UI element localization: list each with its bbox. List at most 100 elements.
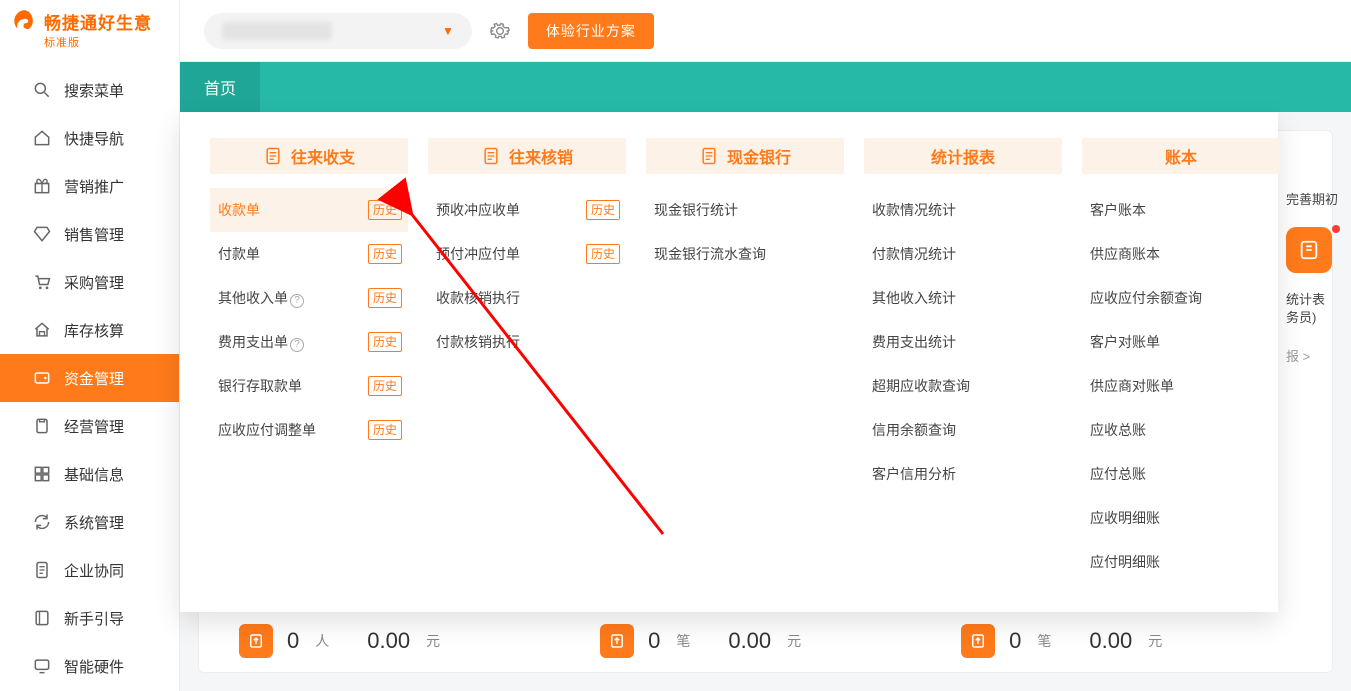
mega-menu-item[interactable]: 预收冲应收单历史 — [428, 188, 626, 232]
mega-menu-item[interactable]: 预付冲应付单历史 — [428, 232, 626, 276]
mega-col-title: 统计报表 — [931, 144, 995, 168]
brand-edition: 标准版 — [44, 34, 167, 50]
stat-block: 0笔 0.00元 — [600, 624, 801, 658]
sidebar-item-book[interactable]: 新手引导 — [0, 594, 179, 642]
mega-item-label: 付款单 — [218, 244, 260, 264]
mega-col-title: 现金银行 — [727, 144, 791, 168]
stat-amount: 0.00 — [728, 628, 771, 654]
history-tag[interactable]: 历史 — [368, 376, 402, 396]
mega-menu-item[interactable]: 信用余额查询 — [864, 408, 1062, 452]
mega-item-label: 供应商账本 — [1090, 244, 1160, 264]
stat-count-unit: 笔 — [1037, 631, 1051, 651]
house-icon — [32, 320, 52, 340]
history-tag[interactable]: 历史 — [368, 244, 402, 264]
mega-item-label: 客户对账单 — [1090, 332, 1160, 352]
sidebar-item-label: 营销推广 — [64, 176, 124, 197]
sidebar-item-wallet[interactable]: 资金管理 — [0, 354, 179, 402]
sidebar-item-doc[interactable]: 企业协同 — [0, 546, 179, 594]
mega-col: 现金银行现金银行统计现金银行流水查询 — [646, 138, 844, 592]
industry-plan-button[interactable]: 体验行业方案 — [528, 13, 654, 49]
home-icon — [32, 128, 52, 148]
sidebar-item-search[interactable]: 搜索菜单 — [0, 66, 179, 114]
diamond-icon — [32, 224, 52, 244]
loop-icon — [32, 512, 52, 532]
mega-item-label: 收款情况统计 — [872, 200, 956, 220]
sidebar-item-diamond[interactable]: 销售管理 — [0, 210, 179, 258]
tab-home[interactable]: 首页 — [180, 62, 260, 112]
sidebar-item-label: 销售管理 — [64, 224, 124, 245]
mega-menu-item[interactable]: 应付总账 — [1082, 452, 1280, 496]
stat-block: 0笔 0.00元 — [961, 624, 1162, 658]
mega-menu-item[interactable]: 费用支出统计 — [864, 320, 1062, 364]
mega-item-label: 应收应付调整单 — [218, 420, 316, 440]
history-tag[interactable]: 历史 — [368, 332, 402, 352]
mega-menu-item[interactable]: 客户账本 — [1082, 188, 1280, 232]
sidebar-item-house[interactable]: 库存核算 — [0, 306, 179, 354]
mega-menu-item[interactable]: 银行存取款单历史 — [210, 364, 408, 408]
mega-menu-item[interactable]: 供应商对账单 — [1082, 364, 1280, 408]
mega-col-head: 账本 — [1082, 138, 1280, 174]
page-tab-strip: 首页 — [180, 62, 1351, 112]
stat-block: 0人 0.00元 — [239, 624, 440, 658]
sidebar-item-loop[interactable]: 系统管理 — [0, 498, 179, 546]
mega-col-head: 现金银行 — [646, 138, 844, 174]
rail-more[interactable]: 报 > — [1286, 346, 1338, 365]
mega-item-label: 费用支出统计 — [872, 332, 956, 352]
mega-item-label: 付款情况统计 — [872, 244, 956, 264]
mega-menu-item[interactable]: 客户对账单 — [1082, 320, 1280, 364]
mega-menu-item[interactable]: 其他收入单? 历史 — [210, 276, 408, 320]
mega-menu-item[interactable]: 客户信用分析 — [864, 452, 1062, 496]
mega-menu-item[interactable]: 应收总账 — [1082, 408, 1280, 452]
history-tag[interactable]: 历史 — [368, 288, 402, 308]
document-icon — [699, 146, 719, 166]
mega-item-label: 收款核销执行 — [436, 288, 520, 308]
rail-chip[interactable] — [1286, 227, 1332, 273]
sidebar-item-tv[interactable]: 智能硬件 — [0, 642, 179, 690]
history-tag[interactable]: 历史 — [368, 200, 402, 220]
mega-item-label: 客户账本 — [1090, 200, 1146, 220]
mega-menu-item[interactable]: 付款单 历史 — [210, 232, 408, 276]
help-icon: ? — [290, 294, 304, 308]
mega-menu-item[interactable]: 应收应付调整单 历史 — [210, 408, 408, 452]
history-tag[interactable]: 历史 — [586, 200, 620, 220]
mega-item-label: 其他收入单? — [218, 288, 304, 308]
mega-menu-item[interactable]: 费用支出单?历史 — [210, 320, 408, 364]
sidebar-item-label: 系统管理 — [64, 512, 124, 533]
stat-count: 0 — [1009, 628, 1021, 654]
mega-item-label: 客户信用分析 — [872, 464, 956, 484]
mega-menu-item[interactable]: 现金银行流水查询 — [646, 232, 844, 276]
sidebar-item-gift[interactable]: 营销推广 — [0, 162, 179, 210]
mega-menu-item[interactable]: 付款情况统计 — [864, 232, 1062, 276]
history-tag[interactable]: 历史 — [586, 244, 620, 264]
mega-item-label: 超期应收款查询 — [872, 376, 970, 396]
notification-dot — [1332, 225, 1340, 233]
mega-menu-item[interactable]: 其他收入统计 — [864, 276, 1062, 320]
sidebar-item-clip[interactable]: 经营管理 — [0, 402, 179, 450]
mega-menu-item[interactable]: 现金银行统计 — [646, 188, 844, 232]
company-selector[interactable]: ▼ — [204, 13, 472, 49]
mega-col-title: 往来收支 — [291, 144, 355, 168]
document-icon — [263, 146, 283, 166]
mega-menu-item[interactable]: 供应商账本 — [1082, 232, 1280, 276]
mega-menu-item[interactable]: 收款情况统计 — [864, 188, 1062, 232]
mega-menu-item[interactable]: 应收应付余额查询 — [1082, 276, 1280, 320]
mega-item-label: 供应商对账单 — [1090, 376, 1174, 396]
help-icon: ? — [290, 338, 304, 352]
tv-icon — [32, 656, 52, 676]
sidebar-item-home[interactable]: 快捷导航 — [0, 114, 179, 162]
stat-amount: 0.00 — [1089, 628, 1132, 654]
history-tag[interactable]: 历史 — [368, 420, 402, 440]
stat-icon — [239, 624, 273, 658]
sidebar-item-grid[interactable]: 基础信息 — [0, 450, 179, 498]
sidebar: 畅捷通好生意 标准版 搜索菜单快捷导航营销推广销售管理采购管理库存核算资金管理经… — [0, 0, 180, 691]
mega-menu-item[interactable]: 收款核销执行 — [428, 276, 626, 320]
mega-menu-item[interactable]: 付款核销执行 — [428, 320, 626, 364]
mega-item-label: 应收总账 — [1090, 420, 1146, 440]
mega-menu-item[interactable]: 应收明细账 — [1082, 496, 1280, 540]
mega-menu-item[interactable]: 收款单历史 — [210, 188, 408, 232]
sidebar-item-cart[interactable]: 采购管理 — [0, 258, 179, 306]
mega-menu-item[interactable]: 应付明细账 — [1082, 540, 1280, 584]
mega-menu-item[interactable]: 超期应收款查询 — [864, 364, 1062, 408]
sidebar-item-label: 快捷导航 — [64, 128, 124, 149]
settings-button[interactable] — [486, 17, 514, 45]
